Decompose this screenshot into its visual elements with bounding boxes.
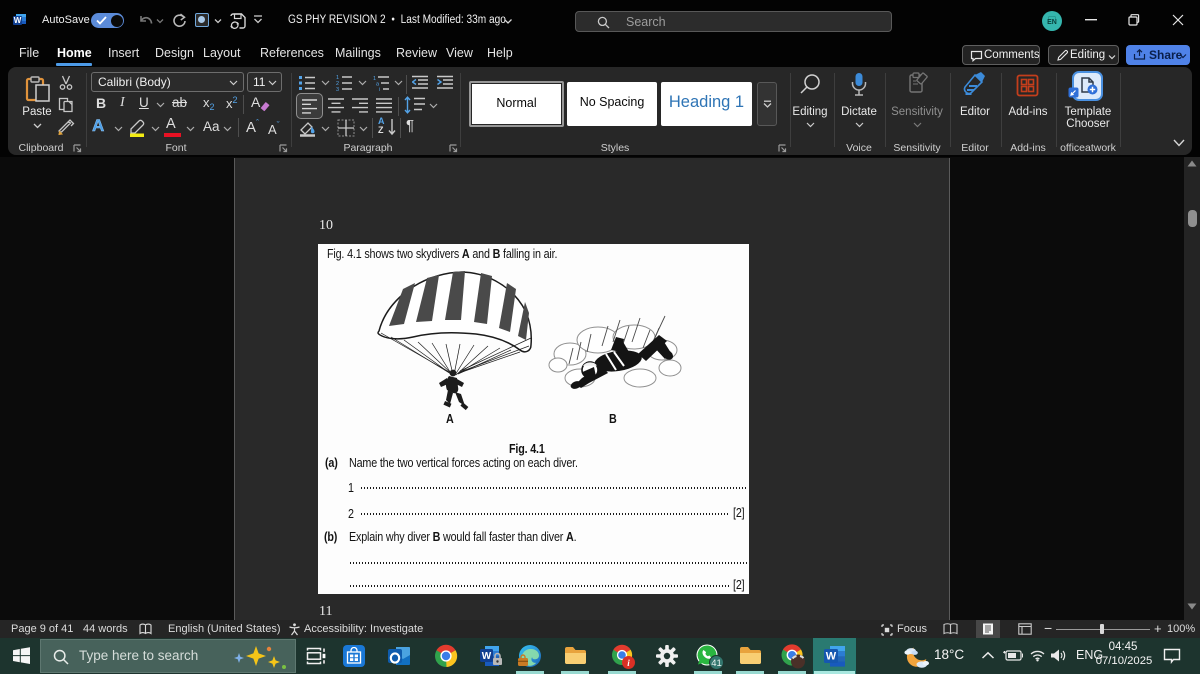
svg-text:W: W bbox=[826, 651, 837, 663]
svg-text:3: 3 bbox=[336, 87, 339, 91]
svg-text:41: 41 bbox=[711, 658, 722, 669]
svg-text:i: i bbox=[379, 87, 380, 91]
svg-text:W: W bbox=[482, 651, 492, 662]
svg-text:W: W bbox=[14, 16, 22, 25]
